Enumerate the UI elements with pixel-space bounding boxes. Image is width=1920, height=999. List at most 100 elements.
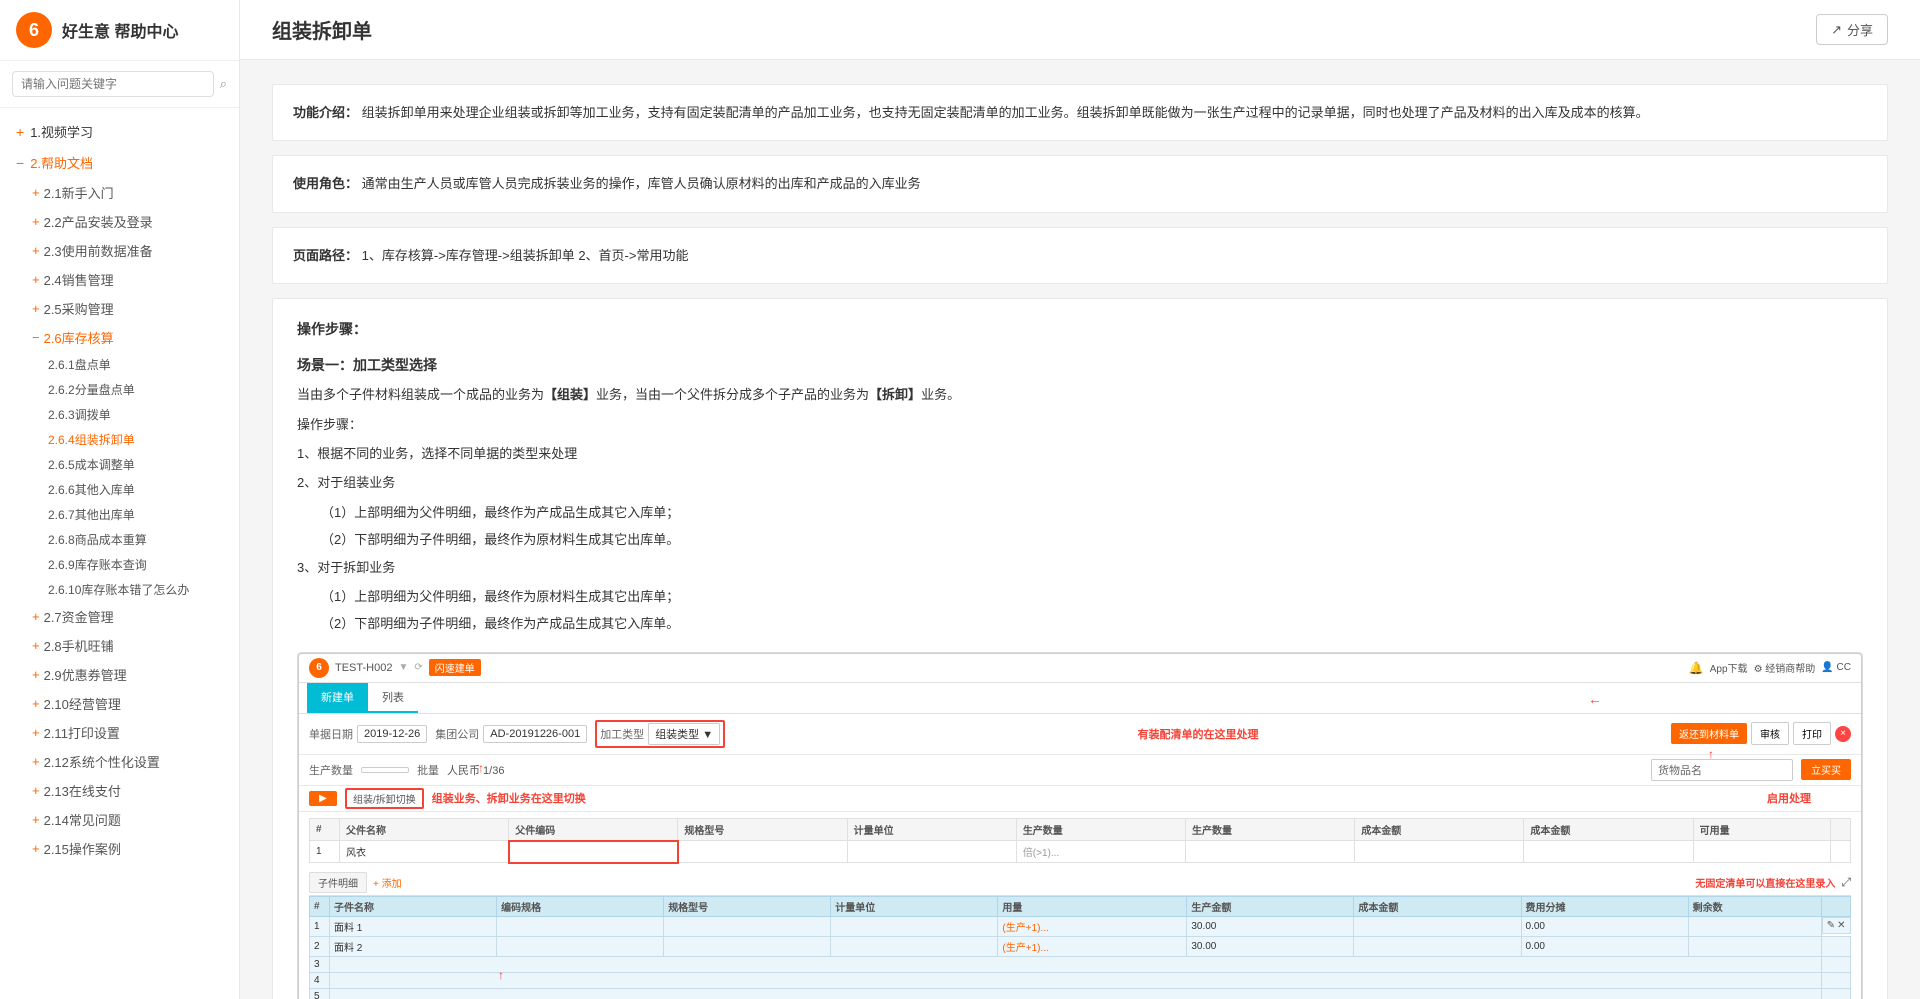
child-row-1: 1 面料 1 (生产+1)... 30.00 0.00 — [310, 916, 1851, 936]
app-top-logo: 6 — [309, 658, 329, 678]
qty2-label: 批量 — [417, 762, 439, 778]
child-row-5: 5 — [310, 988, 1851, 999]
plus-icon: + — [32, 812, 40, 827]
form-date-group: 单据日期 2019-12-26 — [309, 725, 427, 743]
annotation-switch: 组装业务、拆卸业务在这里切换 — [432, 790, 586, 806]
sidebar-item-cost-recalc[interactable]: 2.6.8商品成本重算 — [48, 527, 239, 552]
plus-icon: + — [32, 609, 40, 624]
tab-list[interactable]: 列表 — [368, 683, 418, 713]
role-text: 通常由生产人员或库管人员完成拆装业务的操作，库管人员确认原材料的出库和产成品的入… — [362, 176, 921, 191]
assembly-type-toggle[interactable]: 组装/拆卸切换 — [345, 788, 424, 809]
sidebar-item-print[interactable]: + 2.11打印设置 — [32, 718, 239, 747]
query-btn[interactable]: 立买买 — [1801, 759, 1851, 780]
expand-icon: ⤢ — [1841, 875, 1851, 890]
steps-section: 操作步骤： 场景一：加工类型选择 当由多个子件材料组装成一个成品的业务为【组装】… — [272, 298, 1888, 999]
annotation-top: 有装配清单的在这里处理 — [733, 726, 1663, 742]
table-area: # 父件名称 父件编码 规格型号 计量单位 生产数量 生产数量 成本金额 成本金… — [299, 812, 1861, 999]
sidebar-item-cost-adjust[interactable]: 2.6.5成本调整单 — [48, 452, 239, 477]
qty-label: 生产数量 — [309, 762, 353, 778]
sidebar-item-transfer[interactable]: 2.6.3调拨单 — [48, 402, 239, 427]
sidebar-item-stock-query[interactable]: 2.6.9库存账本查询 — [48, 552, 239, 577]
search-icon[interactable]: ⌕ — [220, 76, 227, 92]
sidebar-item-finance[interactable]: + 2.7资金管理 — [32, 602, 239, 631]
sidebar-item-mobile[interactable]: + 2.8手机旺铺 — [32, 631, 239, 660]
sidebar-item-stocktake[interactable]: 2.6.1盘点单 — [48, 352, 239, 377]
child-tab-label: 子件明细 — [309, 872, 367, 893]
sidebar-item-inventory[interactable]: − 2.6库存核算 — [32, 323, 239, 352]
plus-icon: + — [16, 124, 24, 140]
step2-1: （1）上部明细为父件明细，最终作为产成品生成其它入库单； — [297, 501, 1863, 524]
sidebar-item-management[interactable]: + 2.10经营管理 — [32, 689, 239, 718]
parent-table: # 父件名称 父件编码 规格型号 计量单位 生产数量 生产数量 成本金额 成本金… — [309, 818, 1851, 864]
type-value[interactable]: 组装类型 ▼ — [648, 723, 720, 745]
main-area: 组装拆卸单 ↗ 分享 功能介绍： 组装拆卸单用来处理企业组装或拆卸等加工业务，支… — [240, 0, 1920, 999]
sidebar-item-sales[interactable]: + 2.4销售管理 — [32, 265, 239, 294]
user-icon: 👤 CC — [1821, 662, 1851, 673]
qty2-value: 人民币 1/36 — [447, 762, 504, 778]
app-link: App下载 — [1710, 660, 1748, 675]
search-field-label: 货物品名 — [1658, 762, 1702, 778]
search-input[interactable] — [12, 71, 214, 97]
sidebar-item-help-docs[interactable]: − 2.帮助文档 — [0, 147, 239, 178]
confirm-btn[interactable]: 返还到材料单 — [1671, 723, 1747, 744]
sidebar-item-assembly[interactable]: 2.6.4组装拆卸单 — [48, 427, 239, 452]
child-row-4: 4 — [310, 972, 1851, 988]
plus-icon: + — [32, 301, 40, 316]
tab-new[interactable]: 新建单 — [307, 683, 368, 711]
plus-icon: + — [32, 754, 40, 769]
biz-label: 集团公司 — [435, 726, 479, 742]
sidebar-item-install[interactable]: + 2.2产品安装及登录 — [32, 207, 239, 236]
plus-icon: + — [32, 696, 40, 711]
setting-icon: ⚙ 经销商帮助 — [1754, 660, 1816, 675]
table-header-row: # 父件名称 父件编码 规格型号 计量单位 生产数量 生产数量 成本金额 成本金… — [310, 818, 1851, 841]
audit-btn[interactable]: 审核 — [1751, 722, 1789, 745]
biz-id: AD-20191226-001 — [483, 725, 587, 743]
plus-icon: + — [32, 272, 40, 287]
sidebar-item-payment[interactable]: + 2.13在线支付 — [32, 776, 239, 805]
date-value: 2019-12-26 — [357, 725, 427, 743]
sidebar-item-cases[interactable]: + 2.15操作案例 — [32, 834, 239, 863]
row-delete-icon[interactable]: ✕ — [1837, 920, 1845, 931]
intro-text: 组装拆卸单用来处理企业组装或拆卸等加工业务，支持有固定装配清单的产品加工业务，也… — [362, 105, 1649, 120]
minus-icon: − — [16, 155, 24, 171]
annotation-enable: 启用处理 — [1767, 790, 1811, 806]
sidebar-header: 6 好生意 帮助中心 — [0, 0, 239, 61]
sidebar-item-faq[interactable]: + 2.14常见问题 — [32, 805, 239, 834]
plus-icon: + — [32, 185, 40, 200]
scene1-title: 场景一：加工类型选择 — [297, 355, 1863, 375]
plus-icon: + — [32, 841, 40, 856]
plus-icon: + — [32, 243, 40, 258]
step-intro: 操作步骤： — [297, 413, 1863, 436]
top-bar-id: TEST-H002 — [335, 662, 392, 674]
new-order-btn[interactable]: 闪速建单 — [429, 659, 481, 676]
app-screenshot: 6 TEST-H002 ▼ ⟳ 闪速建单 🔔 App下载 ⚙ 经销商帮助 👤 C… — [298, 653, 1862, 999]
intro-label: 功能介绍： — [293, 105, 358, 120]
sidebar-item-other-in[interactable]: 2.6.6其他入库单 — [48, 477, 239, 502]
add-row-btn[interactable]: + 添加 — [373, 875, 402, 890]
sidebar-item-customize[interactable]: + 2.12系统个性化设置 — [32, 747, 239, 776]
sidebar-item-partial-stocktake[interactable]: 2.6.2分量盘点单 — [48, 377, 239, 402]
sidebar-item-coupon[interactable]: + 2.9优惠券管理 — [32, 660, 239, 689]
child-table-wrapper: 子件明细 + 添加 无固定清单可以直接在这里录入 ⤢ # — [309, 870, 1851, 999]
annotation-no-bom: 无固定清单可以直接在这里录入 — [1695, 875, 1835, 890]
row-edit-icon[interactable]: ✎ — [1827, 920, 1835, 931]
sidebar-item-purchase[interactable]: + 2.5采购管理 — [32, 294, 239, 323]
share-button[interactable]: ↗ 分享 — [1816, 14, 1888, 45]
sidebar-nav: + 1.视频学习 − 2.帮助文档 + 2.1新手入门 + 2.2产品安装及登录… — [0, 108, 239, 999]
close-btn[interactable]: × — [1835, 726, 1851, 742]
plus-icon: + — [32, 783, 40, 798]
sidebar-item-stock-error[interactable]: 2.6.10库存账本错了怎么办 — [48, 577, 239, 602]
sidebar-item-other-out[interactable]: 2.6.7其他出库单 — [48, 502, 239, 527]
role-label: 使用角色： — [293, 176, 358, 191]
main-header: 组装拆卸单 ↗ 分享 — [240, 0, 1920, 60]
child-row-2: 2 面料 2 (生产+1)... 30.00 0.00 — [310, 936, 1851, 956]
child-table: # 子件名称 编码规格 规格型号 计量单位 用量 生产金额 成本金额 费用分摊 — [309, 896, 1851, 999]
step3-2: （2）下部明细为子件明细，最终作为产成品生成其它入库单。 — [297, 612, 1863, 635]
plus-icon: + — [32, 214, 40, 229]
sidebar-item-data-prep[interactable]: + 2.3使用前数据准备 — [32, 236, 239, 265]
sidebar-item-newbie[interactable]: + 2.1新手入门 — [32, 178, 239, 207]
print-btn[interactable]: 打印 — [1793, 722, 1831, 745]
sidebar-item-video[interactable]: + 1.视频学习 — [0, 116, 239, 147]
left-icons: ▶ — [309, 791, 337, 806]
refresh-icon: ⟳ — [414, 662, 422, 673]
